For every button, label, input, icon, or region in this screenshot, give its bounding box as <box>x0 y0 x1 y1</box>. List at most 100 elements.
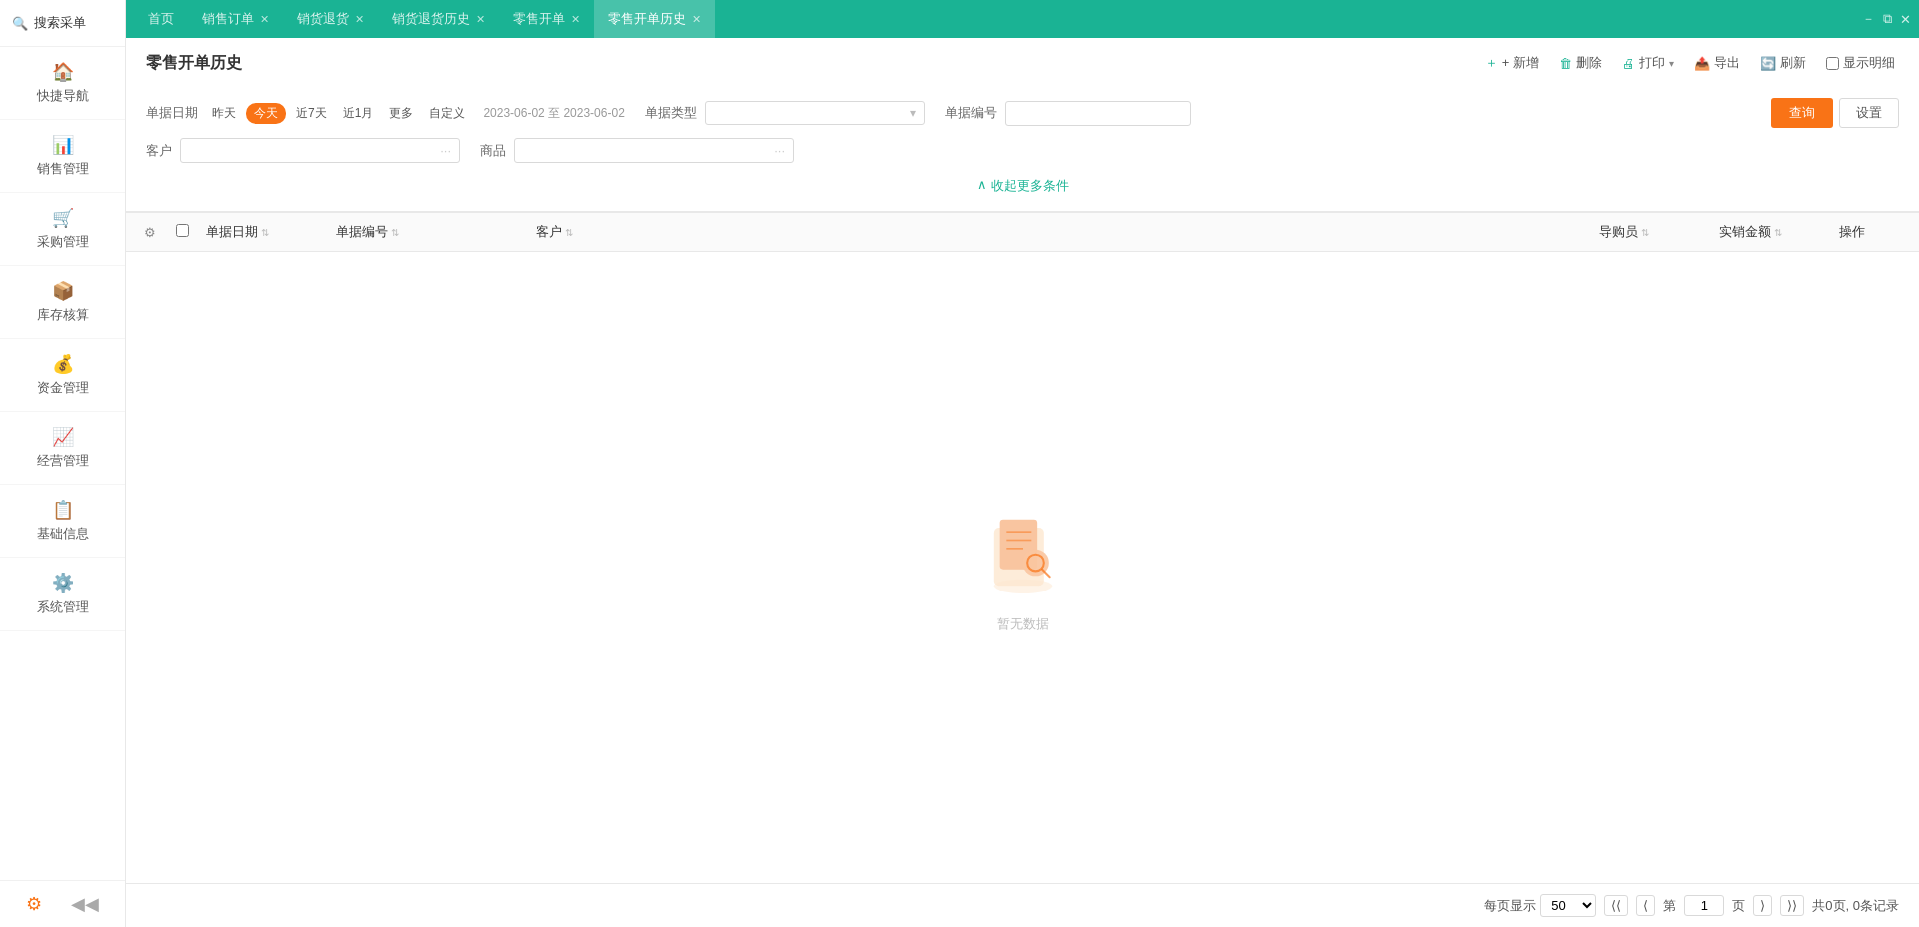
sidebar: 🔍 搜索采单 🏠 快捷导航 📊 销售管理 🛒 采购管理 📦 库存核算 💰 资金管… <box>0 0 126 927</box>
date-btn-yesterday[interactable]: 昨天 <box>206 103 242 124</box>
table-select-all[interactable] <box>166 224 198 240</box>
col-guide-label: 导购员 <box>1599 223 1638 241</box>
tab-retail-open-history[interactable]: 零售开单历史 ✕ <box>594 0 715 38</box>
per-page-label: 每页显示 <box>1484 897 1536 915</box>
tab-retail-open-close[interactable]: ✕ <box>571 13 580 26</box>
print-label: 打印 <box>1639 54 1665 72</box>
table-header: ⚙ 单据日期 ⇅ 单据编号 ⇅ 客户 ⇅ 导购员 ⇅ <box>126 212 1919 252</box>
date-btn-1month[interactable]: 近1月 <box>337 103 380 124</box>
delete-icon: 🗑 <box>1559 56 1572 71</box>
print-button[interactable]: 🖨 打印 ▾ <box>1618 52 1678 74</box>
tab-bar-restore-icon[interactable]: ⧉ <box>1883 11 1892 27</box>
sidebar-item-label: 经营管理 <box>37 452 89 470</box>
print-icon: 🖨 <box>1622 56 1635 71</box>
sidebar-item-sales-mgmt[interactable]: 📊 销售管理 <box>0 120 125 193</box>
page-number-input[interactable] <box>1684 895 1724 916</box>
refresh-icon: 🔄 <box>1760 56 1776 71</box>
add-button[interactable]: ＋ + 新增 <box>1481 52 1543 74</box>
col-customer-sort: ⇅ <box>565 227 573 238</box>
customer-filter-group: 客户 ··· <box>146 138 460 163</box>
number-filter-input[interactable] <box>1005 101 1191 126</box>
tab-sales-return-history-close[interactable]: ✕ <box>476 13 485 26</box>
customer-select[interactable]: ··· <box>180 138 460 163</box>
number-filter-label: 单据编号 <box>945 104 997 122</box>
product-dots: ··· <box>774 143 785 158</box>
filter-row-2: 客户 ··· 商品 ··· <box>146 138 1899 163</box>
date-btn-more[interactable]: 更多 <box>383 103 419 124</box>
date-btn-today[interactable]: 今天 <box>246 103 286 124</box>
sidebar-item-system-mgmt[interactable]: ⚙️ 系统管理 <box>0 558 125 631</box>
col-action: 操作 <box>1831 223 1911 241</box>
add-icon: ＋ <box>1485 54 1498 72</box>
print-arrow: ▾ <box>1669 58 1674 69</box>
col-date[interactable]: 单据日期 ⇅ <box>198 223 328 241</box>
product-select[interactable]: ··· <box>514 138 794 163</box>
search-icon: 🔍 <box>12 16 28 31</box>
display-detail-checkbox[interactable] <box>1826 57 1839 70</box>
system-icon: ⚙️ <box>52 572 74 594</box>
page-label-first: 第 <box>1663 897 1676 915</box>
delete-button[interactable]: 🗑 删除 <box>1555 52 1606 74</box>
product-filter-label: 商品 <box>480 142 506 160</box>
export-button[interactable]: 📤 导出 <box>1690 52 1744 74</box>
sidebar-item-label: 资金管理 <box>37 379 89 397</box>
sidebar-item-operations[interactable]: 📈 经营管理 <box>0 412 125 485</box>
refresh-button[interactable]: 🔄 刷新 <box>1756 52 1810 74</box>
tab-bar-close-icon[interactable]: ✕ <box>1900 12 1911 27</box>
purchase-icon: 🛒 <box>52 207 74 229</box>
action-buttons: 查询 设置 <box>1771 98 1899 128</box>
per-page-select[interactable]: 50 10 20 100 <box>1540 894 1596 917</box>
sidebar-item-basic-info[interactable]: 📋 基础信息 <box>0 485 125 558</box>
tab-sales-return-close[interactable]: ✕ <box>355 13 364 26</box>
operations-icon: 📈 <box>52 426 74 448</box>
sidebar-item-finance[interactable]: 💰 资金管理 <box>0 339 125 412</box>
page-last-btn[interactable]: ⟩⟩ <box>1780 895 1804 916</box>
date-btn-7days[interactable]: 近7天 <box>290 103 333 124</box>
sidebar-item-inventory[interactable]: 📦 库存核算 <box>0 266 125 339</box>
tab-retail-open[interactable]: 零售开单 ✕ <box>499 0 594 38</box>
sidebar-item-quick-nav[interactable]: 🏠 快捷导航 <box>0 47 125 120</box>
tab-home[interactable]: 首页 <box>134 0 188 38</box>
tab-sales-return-history[interactable]: 销货退货历史 ✕ <box>378 0 499 38</box>
sidebar-item-label: 销售管理 <box>37 160 89 178</box>
page-first-btn[interactable]: ⟨⟨ <box>1604 895 1628 916</box>
tab-retail-open-history-close[interactable]: ✕ <box>692 13 701 26</box>
content-area: 零售开单历史 ＋ + 新增 🗑 删除 🖨 打印 ▾ <box>126 38 1919 927</box>
add-label: + 新增 <box>1502 54 1539 72</box>
query-button[interactable]: 查询 <box>1771 98 1833 128</box>
tab-sales-order[interactable]: 销售订单 ✕ <box>188 0 283 38</box>
page-next-btn[interactable]: ⟩ <box>1753 895 1772 916</box>
col-number[interactable]: 单据编号 ⇅ <box>328 223 528 241</box>
col-customer-label: 客户 <box>536 223 562 241</box>
page-prev-btn[interactable]: ⟨ <box>1636 895 1655 916</box>
col-customer[interactable]: 客户 ⇅ <box>528 223 1591 241</box>
col-amount-sort: ⇅ <box>1774 227 1782 238</box>
settings-button[interactable]: 设置 <box>1839 98 1899 128</box>
col-guide[interactable]: 导购员 ⇅ <box>1591 223 1711 241</box>
product-filter-group: 商品 ··· <box>480 138 794 163</box>
type-filter-group: 单据类型 ▾ <box>645 101 925 125</box>
col-date-sort: ⇅ <box>261 227 269 238</box>
collapse-filter-row[interactable]: ∧ 收起更多条件 <box>146 173 1899 203</box>
display-detail-checkbox-group[interactable]: 显示明细 <box>1822 52 1899 74</box>
tab-retail-open-label: 零售开单 <box>513 10 565 28</box>
export-label: 导出 <box>1714 54 1740 72</box>
sidebar-item-purchase-mgmt[interactable]: 🛒 采购管理 <box>0 193 125 266</box>
tab-sales-return[interactable]: 销货退货 ✕ <box>283 0 378 38</box>
tab-sales-order-close[interactable]: ✕ <box>260 13 269 26</box>
main-area: 首页 销售订单 ✕ 销货退货 ✕ 销货退货历史 ✕ 零售开单 ✕ 零售开单历史 … <box>126 0 1919 927</box>
table-settings-icon[interactable]: ⚙ <box>134 225 166 240</box>
date-range-text: 2023-06-02 至 2023-06-02 <box>483 105 624 122</box>
date-btn-custom[interactable]: 自定义 <box>423 103 471 124</box>
col-amount[interactable]: 实销金额 ⇅ <box>1711 223 1831 241</box>
collapse-sidebar-icon[interactable]: ◀◀ <box>71 893 99 915</box>
date-shortcuts: 昨天 今天 近7天 近1月 更多 自定义 <box>206 103 471 124</box>
sidebar-item-label: 基础信息 <box>37 525 89 543</box>
type-select[interactable]: ▾ <box>705 101 925 125</box>
select-all-checkbox[interactable] <box>176 224 189 237</box>
page-header: 零售开单历史 ＋ + 新增 🗑 删除 🖨 打印 ▾ <box>126 38 1919 212</box>
date-filter-group: 单据日期 昨天 今天 近7天 近1月 更多 自定义 2023-06-02 至 2… <box>146 103 625 124</box>
settings-bottom-icon[interactable]: ⚙ <box>26 893 42 915</box>
tab-bar-minus-icon[interactable]: － <box>1862 10 1875 28</box>
sidebar-search[interactable]: 🔍 搜索采单 <box>0 0 125 47</box>
